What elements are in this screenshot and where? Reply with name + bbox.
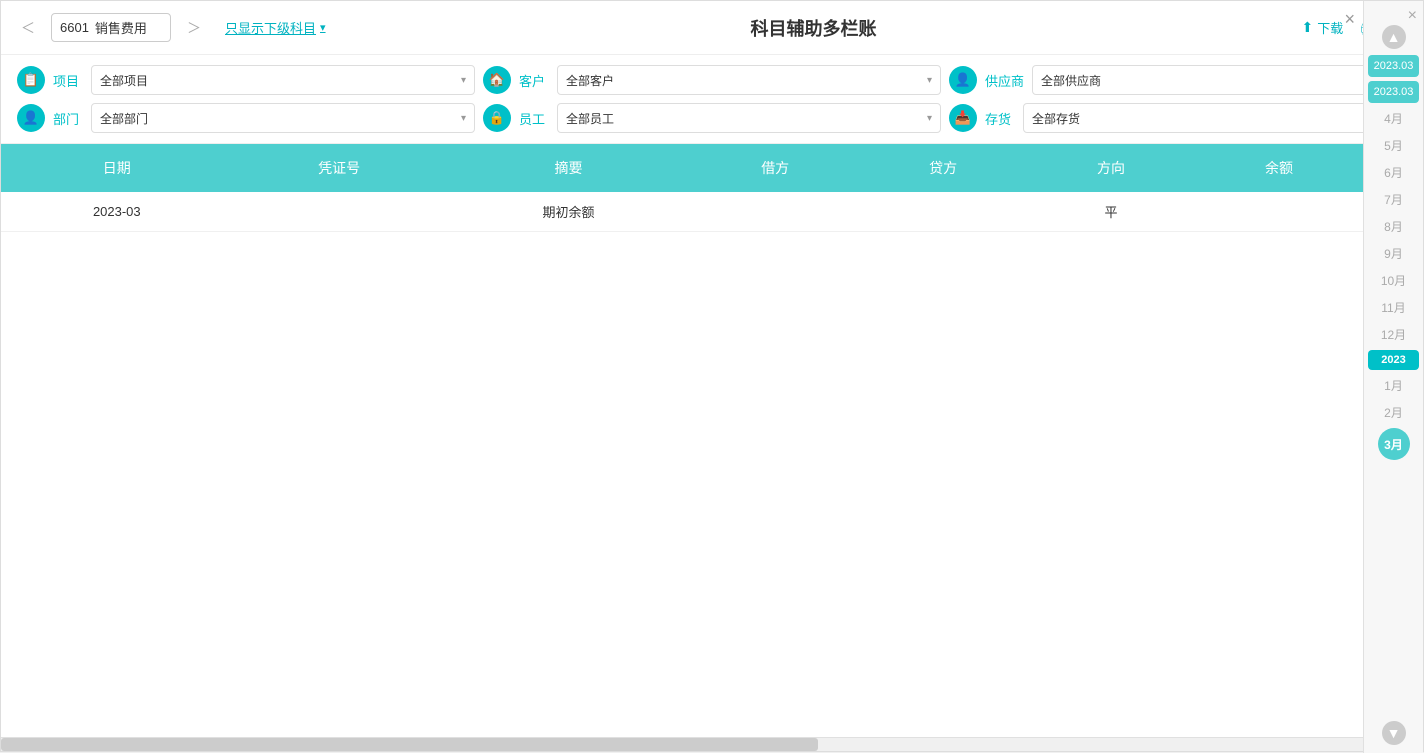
customer-chevron: ▾	[927, 75, 932, 86]
show-sub-arrow: ▾	[320, 21, 326, 34]
col-date: 日期	[1, 144, 233, 192]
show-sub-toggle[interactable]: 只显示下级科目 ▾	[225, 18, 326, 37]
customer-value: 全部客户	[566, 72, 614, 89]
customer-select[interactable]: 全部客户 ▾	[557, 65, 941, 95]
col-summary: 摘要	[446, 144, 691, 192]
timeline-item[interactable]: 2023.03	[1368, 55, 1419, 77]
timeline-item[interactable]: 7月	[1364, 186, 1423, 213]
filter-inventory: 📥 存货 全部存货 ▾	[949, 103, 1407, 133]
col-balance: 余额	[1195, 144, 1363, 192]
cell-voucher	[233, 192, 446, 232]
table-row[interactable]: 2023-03 期初余额 平	[1, 192, 1363, 232]
cell-summary: 期初余额	[446, 192, 691, 232]
timeline-item[interactable]: 1月	[1364, 372, 1423, 399]
show-sub-label: 只显示下级科目	[225, 18, 316, 37]
main-window: × ＜ 6601 销售费用 ＞ 只显示下级科目 ▾ 科目辅助多栏账 ⬆ 下载 🖨…	[0, 0, 1424, 752]
download-button[interactable]: ⬆ 下载	[1301, 18, 1343, 37]
filter-bar: 📋 项目 全部项目 ▾ 🏠 客户 全部客户 ▾ 👤 供应商 全部供应商 ▾	[1, 55, 1423, 144]
timeline-items: 2023.032023.034月5月6月7月8月9月10月11月12月20231…	[1364, 53, 1423, 717]
timeline-item[interactable]: 5月	[1364, 132, 1423, 159]
project-icon: 📋	[17, 66, 45, 94]
project-label: 项目	[53, 71, 83, 90]
employee-select[interactable]: 全部员工 ▾	[557, 103, 941, 133]
cell-date: 2023-03	[1, 192, 233, 232]
sidebar-close-icon: ×	[1408, 7, 1417, 25]
account-code-box: 6601 销售费用	[51, 13, 171, 42]
col-direction: 方向	[1027, 144, 1195, 192]
cell-debit	[691, 192, 859, 232]
bottom-scrollbar[interactable]	[1, 737, 1363, 751]
employee-value: 全部员工	[566, 110, 614, 127]
filter-customer: 🏠 客户 全部客户 ▾	[483, 65, 941, 95]
download-icon: ⬆	[1301, 19, 1313, 36]
inventory-value: 全部存货	[1032, 110, 1080, 127]
customer-label: 客户	[519, 71, 549, 90]
customer-icon: 🏠	[483, 66, 511, 94]
scrollbar-thumb[interactable]	[1, 738, 818, 751]
timeline-item[interactable]: 3月	[1378, 428, 1410, 460]
cell-balance	[1195, 192, 1363, 232]
account-code: 6601	[60, 20, 89, 35]
supplier-value: 全部供应商	[1041, 72, 1101, 89]
inventory-icon: 📥	[949, 104, 977, 132]
timeline-sidebar: × ▲ 2023.032023.034月5月6月7月8月9月10月11月12月2…	[1363, 1, 1423, 753]
table-body: 2023-03 期初余额 平	[1, 192, 1363, 232]
page-title: 科目辅助多栏账	[338, 15, 1290, 41]
supplier-select[interactable]: 全部供应商 ▾	[1032, 65, 1407, 95]
supplier-label: 供应商	[985, 71, 1024, 90]
filter-employee: 🔒 员工 全部员工 ▾	[483, 103, 941, 133]
cell-credit	[859, 192, 1027, 232]
project-value: 全部项目	[100, 72, 148, 89]
title-bar: ＜ 6601 销售费用 ＞ 只显示下级科目 ▾ 科目辅助多栏账 ⬆ 下载 🖨 打…	[1, 1, 1423, 55]
timeline-item[interactable]: 9月	[1364, 240, 1423, 267]
supplier-icon: 👤	[949, 66, 977, 94]
timeline-item[interactable]: 2023	[1368, 350, 1419, 370]
timeline-item[interactable]: 10月	[1364, 267, 1423, 294]
timeline-item[interactable]: 11月	[1364, 294, 1423, 321]
table-container: 日期 凭证号 摘要 借方 贷方 方向 余额 2023-03 期初余额 平	[1, 144, 1363, 737]
employee-label: 员工	[519, 109, 549, 128]
timeline-item[interactable]: 8月	[1364, 213, 1423, 240]
timeline-up-arrow[interactable]: ▲	[1382, 25, 1406, 49]
next-arrow[interactable]: ＞	[183, 16, 205, 40]
inventory-label: 存货	[985, 109, 1015, 128]
project-select[interactable]: 全部项目 ▾	[91, 65, 475, 95]
data-table: 日期 凭证号 摘要 借方 贷方 方向 余额 2023-03 期初余额 平	[1, 144, 1363, 232]
sidebar-close-area: ×	[1364, 1, 1423, 25]
department-value: 全部部门	[100, 110, 148, 127]
employee-chevron: ▾	[927, 113, 932, 124]
inventory-select[interactable]: 全部存货 ▾	[1023, 103, 1407, 133]
department-icon: 👤	[17, 104, 45, 132]
down-arrow-icon: ▼	[1387, 725, 1401, 741]
filter-supplier: 👤 供应商 全部供应商 ▾	[949, 65, 1407, 95]
timeline-item[interactable]: 2023.03	[1368, 81, 1419, 103]
close-button[interactable]: ×	[1344, 9, 1355, 30]
filter-department: 👤 部门 全部部门 ▾	[17, 103, 475, 133]
filter-project: 📋 项目 全部项目 ▾	[17, 65, 475, 95]
up-arrow-icon: ▲	[1387, 29, 1401, 45]
project-chevron: ▾	[461, 75, 466, 86]
timeline-down-arrow[interactable]: ▼	[1382, 721, 1406, 745]
employee-icon: 🔒	[483, 104, 511, 132]
download-label: 下载	[1317, 18, 1343, 37]
timeline-item[interactable]: 6月	[1364, 159, 1423, 186]
timeline-item[interactable]: 12月	[1364, 321, 1423, 348]
department-label: 部门	[53, 109, 83, 128]
table-header-row: 日期 凭证号 摘要 借方 贷方 方向 余额	[1, 144, 1363, 192]
col-credit: 贷方	[859, 144, 1027, 192]
col-debit: 借方	[691, 144, 859, 192]
timeline-item[interactable]: 4月	[1364, 105, 1423, 132]
cell-direction: 平	[1027, 192, 1195, 232]
department-select[interactable]: 全部部门 ▾	[91, 103, 475, 133]
col-voucher: 凭证号	[233, 144, 446, 192]
prev-arrow[interactable]: ＜	[17, 16, 39, 40]
department-chevron: ▾	[461, 113, 466, 124]
timeline-item[interactable]: 2月	[1364, 399, 1423, 426]
account-name: 销售费用	[95, 18, 147, 37]
